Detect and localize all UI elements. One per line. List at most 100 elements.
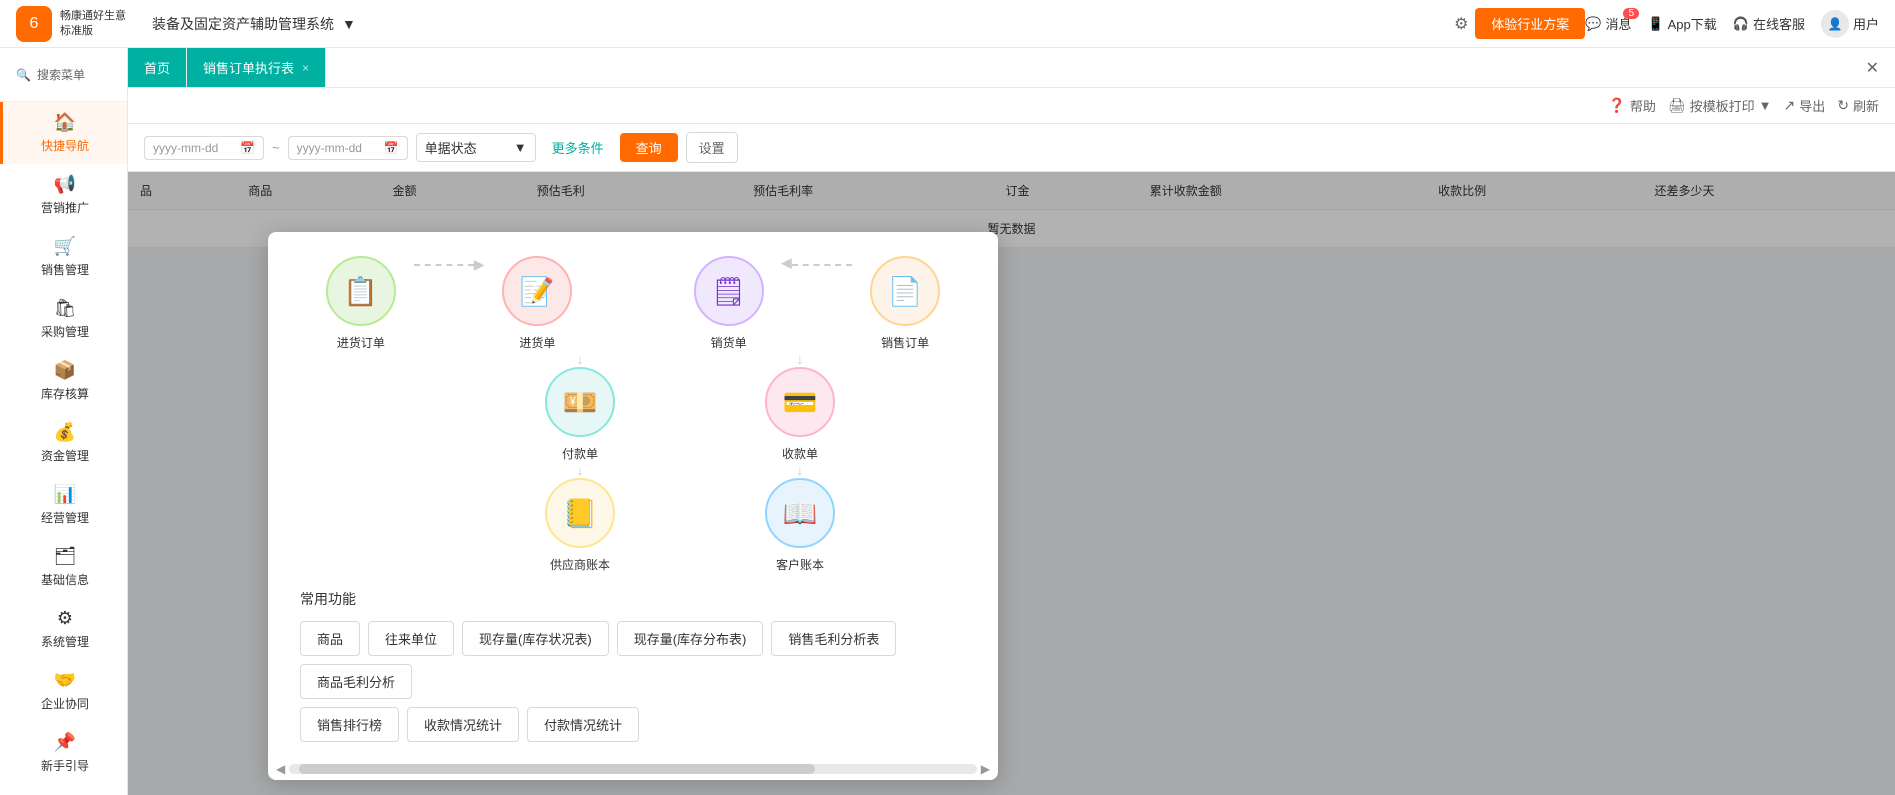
sidebar-item-system[interactable]: ⚙ 系统管理 — [0, 598, 127, 660]
payment-circle[interactable]: 💴 — [545, 367, 615, 437]
purchase-note-circle[interactable]: 📝 — [502, 256, 572, 326]
settings-button[interactable]: 设置 — [686, 132, 738, 163]
supplier-ledger-circle[interactable]: 📒 — [545, 478, 615, 548]
sales-note-icon: 🗒 — [711, 275, 747, 308]
help-btn[interactable]: ❓ 帮助 — [1608, 96, 1655, 115]
tab-home[interactable]: 首页 — [128, 48, 187, 87]
enterprise-icon: 🤝 — [54, 670, 76, 691]
sidebar-item-purchase[interactable]: 🛍 采购管理 — [0, 288, 127, 350]
func-grid-row2: 销售排行榜 收款情况统计 付款情况统计 — [300, 707, 966, 742]
management-icon: 📊 — [54, 484, 76, 505]
online-service-item[interactable]: 🎧 在线客服 — [1733, 14, 1805, 33]
status-select[interactable]: 单据状态 ▼ — [416, 133, 536, 162]
flow-item-purchase-order: 📋 进货订单 — [300, 256, 422, 351]
sidebar-item-inventory[interactable]: 📦 库存核算 — [0, 350, 127, 412]
sidebar-item-quick-nav[interactable]: 🏠 快捷导航 — [0, 102, 127, 164]
receipt-circle[interactable]: 💳 — [765, 367, 835, 437]
filter-section: ❓ 帮助 🖨 按模板打印 ▼ ↗ 导出 ↻ 刷新 — [128, 88, 1895, 172]
top-bar-right: 💬 消息 5 📱 App下载 🎧 在线客服 👤 用户 — [1585, 10, 1879, 38]
purchase-order-label: 进货订单 — [337, 334, 385, 351]
func-btn-stock-dist[interactable]: 现存量(库存分布表) — [617, 621, 764, 656]
newbie-icon: 📌 — [54, 732, 76, 753]
flow-section: 📋 进货订单 ▶ — [300, 256, 966, 573]
sidebar-item-enterprise[interactable]: 🤝 企业协同 — [0, 660, 127, 722]
modal-overlay: 📋 进货订单 ▶ — [128, 172, 1895, 795]
scroll-right-arrow[interactable]: ▶ — [981, 762, 990, 776]
sales-icon: 🛒 — [54, 236, 76, 257]
date-to-input[interactable]: yyyy-mm-dd 📅 — [288, 136, 408, 160]
func-btn-product-gross[interactable]: 商品毛利分析 — [300, 664, 412, 699]
sidebar-item-sales[interactable]: 🛒 销售管理 — [0, 226, 127, 288]
func-btn-receipt-stat[interactable]: 收款情况统计 — [407, 707, 519, 742]
tab-close-btn[interactable]: × — [302, 61, 309, 75]
receipt-icon: 💳 — [783, 386, 818, 419]
print-dropdown-arrow: ▼ — [1759, 98, 1772, 113]
more-conditions-btn[interactable]: 更多条件 — [544, 134, 612, 161]
purchase-order-circle[interactable]: 📋 — [326, 256, 396, 326]
print-btn[interactable]: 🖨 按模板打印 ▼ — [1668, 96, 1772, 115]
common-title: 常用功能 — [300, 589, 966, 609]
avatar: 👤 — [1821, 10, 1849, 38]
logo-area: 6 畅康通好生意 标准版 — [16, 6, 136, 42]
func-btn-partners[interactable]: 往来单位 — [368, 621, 454, 656]
export-icon: ↗ — [1784, 97, 1796, 114]
message-item[interactable]: 💬 消息 5 — [1585, 14, 1631, 33]
gear-button[interactable]: ⚙ — [1447, 10, 1475, 38]
content-inner: 品 商品 金额 预估毛利 预估毛利率 订金 累计收款金额 收款比例 还差多少天 — [128, 172, 1895, 795]
finance-icon: 💰 — [54, 422, 76, 443]
sales-note-label: 销货单 — [711, 334, 747, 351]
logo-icon: 6 — [16, 6, 52, 42]
refresh-btn[interactable]: ↻ 刷新 — [1837, 96, 1879, 115]
payment-icon: 💴 — [563, 386, 598, 419]
app-download-item[interactable]: 📱 App下载 — [1647, 14, 1716, 33]
customer-ledger-icon: 📖 — [783, 497, 818, 530]
func-btn-stock-status[interactable]: 现存量(库存状况表) — [462, 621, 609, 656]
modal-body: 📋 进货订单 ▶ — [268, 232, 998, 758]
system-dropdown-arrow[interactable]: ▼ — [342, 16, 356, 32]
content-area: 首页 销售订单执行表 × ✕ ❓ 帮助 🖨 按模板打印 — [128, 48, 1895, 795]
system-icon: ⚙ — [57, 608, 73, 629]
sales-note-circle[interactable]: 🗒 — [694, 256, 764, 326]
func-btn-product[interactable]: 商品 — [300, 621, 360, 656]
logo-text: 畅康通好生意 标准版 — [60, 9, 126, 38]
sidebar-item-management[interactable]: 📊 经营管理 — [0, 474, 127, 536]
toolbar: ❓ 帮助 🖨 按模板打印 ▼ ↗ 导出 ↻ 刷新 — [128, 88, 1895, 124]
func-btn-sales-rank[interactable]: 销售排行榜 — [300, 707, 399, 742]
sidebar-nav: 🏠 快捷导航 📢 营销推广 🛒 销售管理 🛍 采购管理 📦 库存核 — [0, 102, 127, 795]
calendar-icon-2: 📅 — [384, 141, 399, 155]
tab-sales-order[interactable]: 销售订单执行表 × — [187, 48, 326, 87]
scroll-thumb[interactable] — [299, 764, 815, 774]
sales-order-icon: 📄 — [888, 275, 923, 308]
supplier-ledger-icon: 📒 — [563, 497, 598, 530]
scroll-row: ◀ ▶ — [268, 758, 998, 780]
func-btn-gross-analysis[interactable]: 销售毛利分析表 — [771, 621, 896, 656]
user-item[interactable]: 👤 用户 — [1821, 10, 1879, 38]
select-arrow: ▼ — [514, 140, 527, 155]
service-icon: 🎧 — [1733, 16, 1749, 32]
flow-item-receipt: 💳 收款单 — [730, 367, 870, 462]
search-menu[interactable]: 🔍 搜索菜单 — [8, 60, 119, 89]
customer-ledger-circle[interactable]: 📖 — [765, 478, 835, 548]
arrow-h-2: ▶ — [781, 256, 852, 297]
sales-order-label: 销售订单 — [881, 334, 929, 351]
sidebar-item-finance[interactable]: 💰 资金管理 — [0, 412, 127, 474]
system-title-text: 装备及固定资产辅助管理系统 — [152, 14, 334, 34]
func-grid-row1: 商品 往来单位 现存量(库存状况表) 现存量(库存分布表) 销售毛利分析表 商品… — [300, 621, 966, 699]
sales-order-circle[interactable]: 📄 — [870, 256, 940, 326]
sidebar-item-newbie[interactable]: 📌 新手引导 — [0, 722, 127, 784]
flow-item-purchase-note: 📝 进货单 — [477, 256, 599, 351]
query-button[interactable]: 查询 — [620, 133, 678, 162]
tab-bar: 首页 销售订单执行表 × ✕ — [128, 48, 1895, 88]
common-functions: 常用功能 商品 往来单位 现存量(库存状况表) 现存量(库存分布表) 销售毛利分… — [300, 573, 966, 758]
scroll-left-arrow[interactable]: ◀ — [276, 762, 285, 776]
sidebar-item-basic[interactable]: 🗂 基础信息 — [0, 536, 127, 598]
date-from-input[interactable]: yyyy-mm-dd 📅 — [144, 136, 264, 160]
sidebar-header: 🔍 搜索菜单 — [0, 48, 127, 102]
experience-button[interactable]: 体验行业方案 — [1475, 8, 1585, 39]
sidebar-item-marketing[interactable]: 📢 营销推广 — [0, 164, 127, 226]
purchase-icon: 🛍 — [54, 298, 77, 319]
func-btn-payment-stat[interactable]: 付款情况统计 — [527, 707, 639, 742]
message-badge: 5 — [1623, 8, 1639, 19]
tab-bar-close-btn[interactable]: ✕ — [1850, 58, 1895, 78]
export-btn[interactable]: ↗ 导出 — [1784, 96, 1826, 115]
